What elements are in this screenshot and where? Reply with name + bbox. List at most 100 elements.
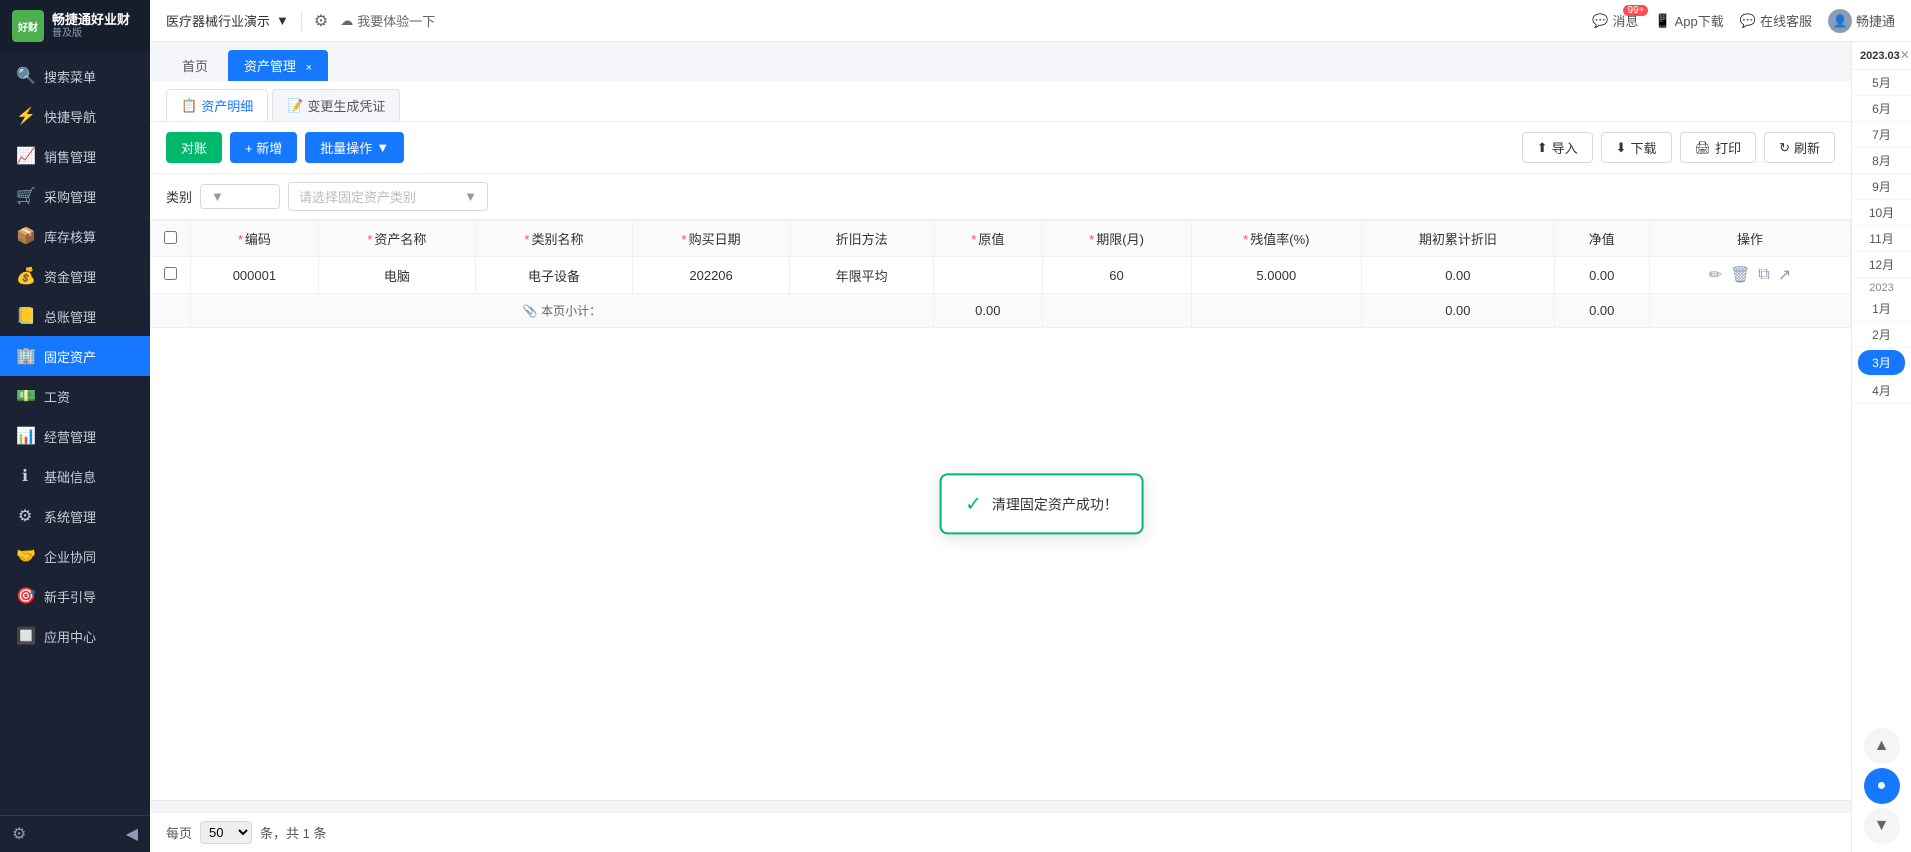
month-12[interactable]: 12月 [1852,252,1911,278]
delete-icon[interactable]: 🗑 [1730,265,1750,285]
row-checkbox[interactable] [164,267,177,280]
add-label: + 新增 [245,138,282,157]
sidebar-item-basic-info[interactable]: ℹ基础信息 [0,456,150,496]
row-net-value: 0.00 [1554,257,1649,294]
refresh-label: 刷新 [1794,138,1820,157]
select-all-checkbox[interactable] [164,231,177,244]
tab-home[interactable]: 首页 [166,50,224,81]
sidebar-label-inventory: 库存核算 [44,227,96,246]
user-profile-btn[interactable]: 👤 畅捷通 [1828,9,1895,33]
header-original-value: *原值 [934,221,1043,257]
month-6[interactable]: 6月 [1852,96,1911,122]
row-initial-accumulated: 0.00 [1362,257,1555,294]
batch-btn[interactable]: 批量操作 ▼ [305,132,404,163]
toast-overlay: ✓ 清理固定资产成功！ [939,473,1144,534]
subtotal-original: 0.00 [934,294,1043,328]
header-period: *期限(月) [1042,221,1191,257]
settings-icon[interactable]: ⚙ [12,824,26,844]
print-btn[interactable]: 🖨 打印 [1680,132,1757,163]
toast-message: 清理固定资产成功！ [992,494,1118,514]
reconcile-btn[interactable]: 对账 [166,132,222,163]
sidebar-label-basic-info: 基础信息 [44,467,96,486]
calendar-down-btn[interactable]: ▼ [1864,808,1900,844]
sidebar-item-general-ledger[interactable]: 📒总账管理 [0,296,150,336]
sidebar-item-purchase[interactable]: 🛒采购管理 [0,176,150,216]
month-2[interactable]: 2月 [1852,322,1911,348]
online-service-btn[interactable]: 💬 在线客服 [1740,11,1812,30]
sub-tab-change-voucher[interactable]: 📝 变更生成凭证 [272,89,400,121]
page: 首页 资产管理 × 📋 资产明细 📝 变更生成凭证 [150,42,1851,852]
sub-tab-asset-detail[interactable]: 📋 资产明细 [166,89,268,121]
sidebar-item-quick-nav[interactable]: ⚡快捷导航 [0,96,150,136]
asset-table: *编码 *资产名称 *类别名称 *购买日期 折旧方法 *原值 *期限(月) *残… [150,220,1851,328]
row-period: 60 [1042,257,1191,294]
sidebar-item-fixed-assets[interactable]: 🏢固定资产 [0,336,150,376]
category-search-input[interactable]: 请选择固定资产类别 ▼ [288,182,488,211]
company-selector[interactable]: 医疗器械行业演示 ▼ [166,11,289,30]
page-size-select[interactable]: 50 100 200 [200,821,252,844]
sidebar-item-sales[interactable]: 📈销售管理 [0,136,150,176]
month-3-current[interactable]: 3月 [1858,350,1905,376]
row-residual-rate: 5.0000 [1191,257,1362,294]
sidebar-item-enterprise[interactable]: 🤝企业协同 [0,536,150,576]
right-panel: 2023.03 ✕ ⛶ 5月 6月 7月 8月 9月 10月 11月 12月 2… [1851,42,1911,852]
topbar-right: 💬 消息 99+ 📱 App下载 💬 在线客服 👤 畅捷通 [1592,9,1895,33]
calendar-circle-btn[interactable]: ● [1864,768,1900,804]
month-1[interactable]: 1月 [1852,296,1911,322]
header-category: *类别名称 [475,221,632,257]
add-btn[interactable]: + 新增 [230,132,297,163]
sidebar-item-system[interactable]: ⚙系统管理 [0,496,150,536]
calendar-up-btn[interactable]: ▲ [1864,728,1900,764]
import-btn[interactable]: ⬆ 导入 [1522,132,1593,163]
download-btn[interactable]: ⬇ 下载 [1601,132,1672,163]
messages-btn[interactable]: 💬 消息 99+ [1592,11,1638,30]
online-service-label: 在线客服 [1760,11,1812,30]
sidebar-item-search[interactable]: 🔍搜索菜单 [0,56,150,96]
month-8[interactable]: 8月 [1852,148,1911,174]
category-type-select[interactable]: ▼ [200,184,280,209]
service-icon: 💬 [1740,13,1756,29]
sidebar-nav: 🔍搜索菜单⚡快捷导航📈销售管理🛒采购管理📦库存核算💰资金管理📒总账管理🏢固定资产… [0,52,150,815]
experience-cloud-icon: ☁ [340,13,353,29]
month-11[interactable]: 11月 [1852,226,1911,252]
month-4[interactable]: 4月 [1852,378,1911,404]
sidebar-item-payroll[interactable]: 💵工资 [0,376,150,416]
edit-icon[interactable]: ✏ [1709,265,1722,285]
month-9[interactable]: 9月 [1852,174,1911,200]
close-panel-icon[interactable]: ✕ [1900,48,1910,63]
user-avatar: 👤 [1828,9,1852,33]
sidebar-icon-payroll: 💵 [16,386,34,406]
sidebar-icon-quick-nav: ⚡ [16,106,34,126]
sub-tab-icon-1: 📋 [181,98,197,114]
refresh-btn[interactable]: ↻ 刷新 [1764,132,1835,163]
tab-close-icon[interactable]: × [306,62,312,74]
topbar-settings-icon[interactable]: ⚙ [314,11,328,31]
sidebar-label-system: 系统管理 [44,507,96,526]
collapse-icon[interactable]: ◀ [126,824,138,844]
row-code: 000001 [191,257,319,294]
month-7[interactable]: 7月 [1852,122,1911,148]
sidebar-icon-management: 📊 [16,426,34,446]
experience-btn[interactable]: ☁ 我要体验一下 [340,11,435,30]
sidebar-item-app-center[interactable]: 🔲应用中心 [0,616,150,656]
table-footer: 每页 50 100 200 条，共 1 条 [150,812,1851,852]
topbar: 医疗器械行业演示 ▼ ⚙ ☁ 我要体验一下 💬 消息 99+ 📱 App下载 💬… [150,0,1911,42]
table-header: *编码 *资产名称 *类别名称 *购买日期 折旧方法 *原值 *期限(月) *残… [151,221,1851,257]
tab-asset-management[interactable]: 资产管理 × [228,50,328,81]
sidebar-item-fund[interactable]: 💰资金管理 [0,256,150,296]
year-2023-label: 2023 [1852,278,1911,296]
header-purchase-date: *购买日期 [633,221,790,257]
messages-badge: 99+ [1623,5,1648,16]
month-10[interactable]: 10月 [1852,200,1911,226]
more-icon[interactable]: ↗ [1778,265,1791,285]
copy-icon[interactable]: ⧉ [1758,266,1769,284]
sidebar-item-guide[interactable]: 🎯新手引导 [0,576,150,616]
app-download-btn[interactable]: 📱 App下载 [1654,11,1723,30]
refresh-icon: ↻ [1779,140,1790,156]
sidebar-item-inventory[interactable]: 📦库存核算 [0,216,150,256]
user-name: 畅捷通 [1856,11,1895,30]
horizontal-scrollbar[interactable] [150,800,1851,812]
month-5[interactable]: 5月 [1852,70,1911,96]
row-actions: ✏ 🗑 ⧉ ↗ [1649,257,1850,294]
sidebar-item-management[interactable]: 📊经营管理 [0,416,150,456]
